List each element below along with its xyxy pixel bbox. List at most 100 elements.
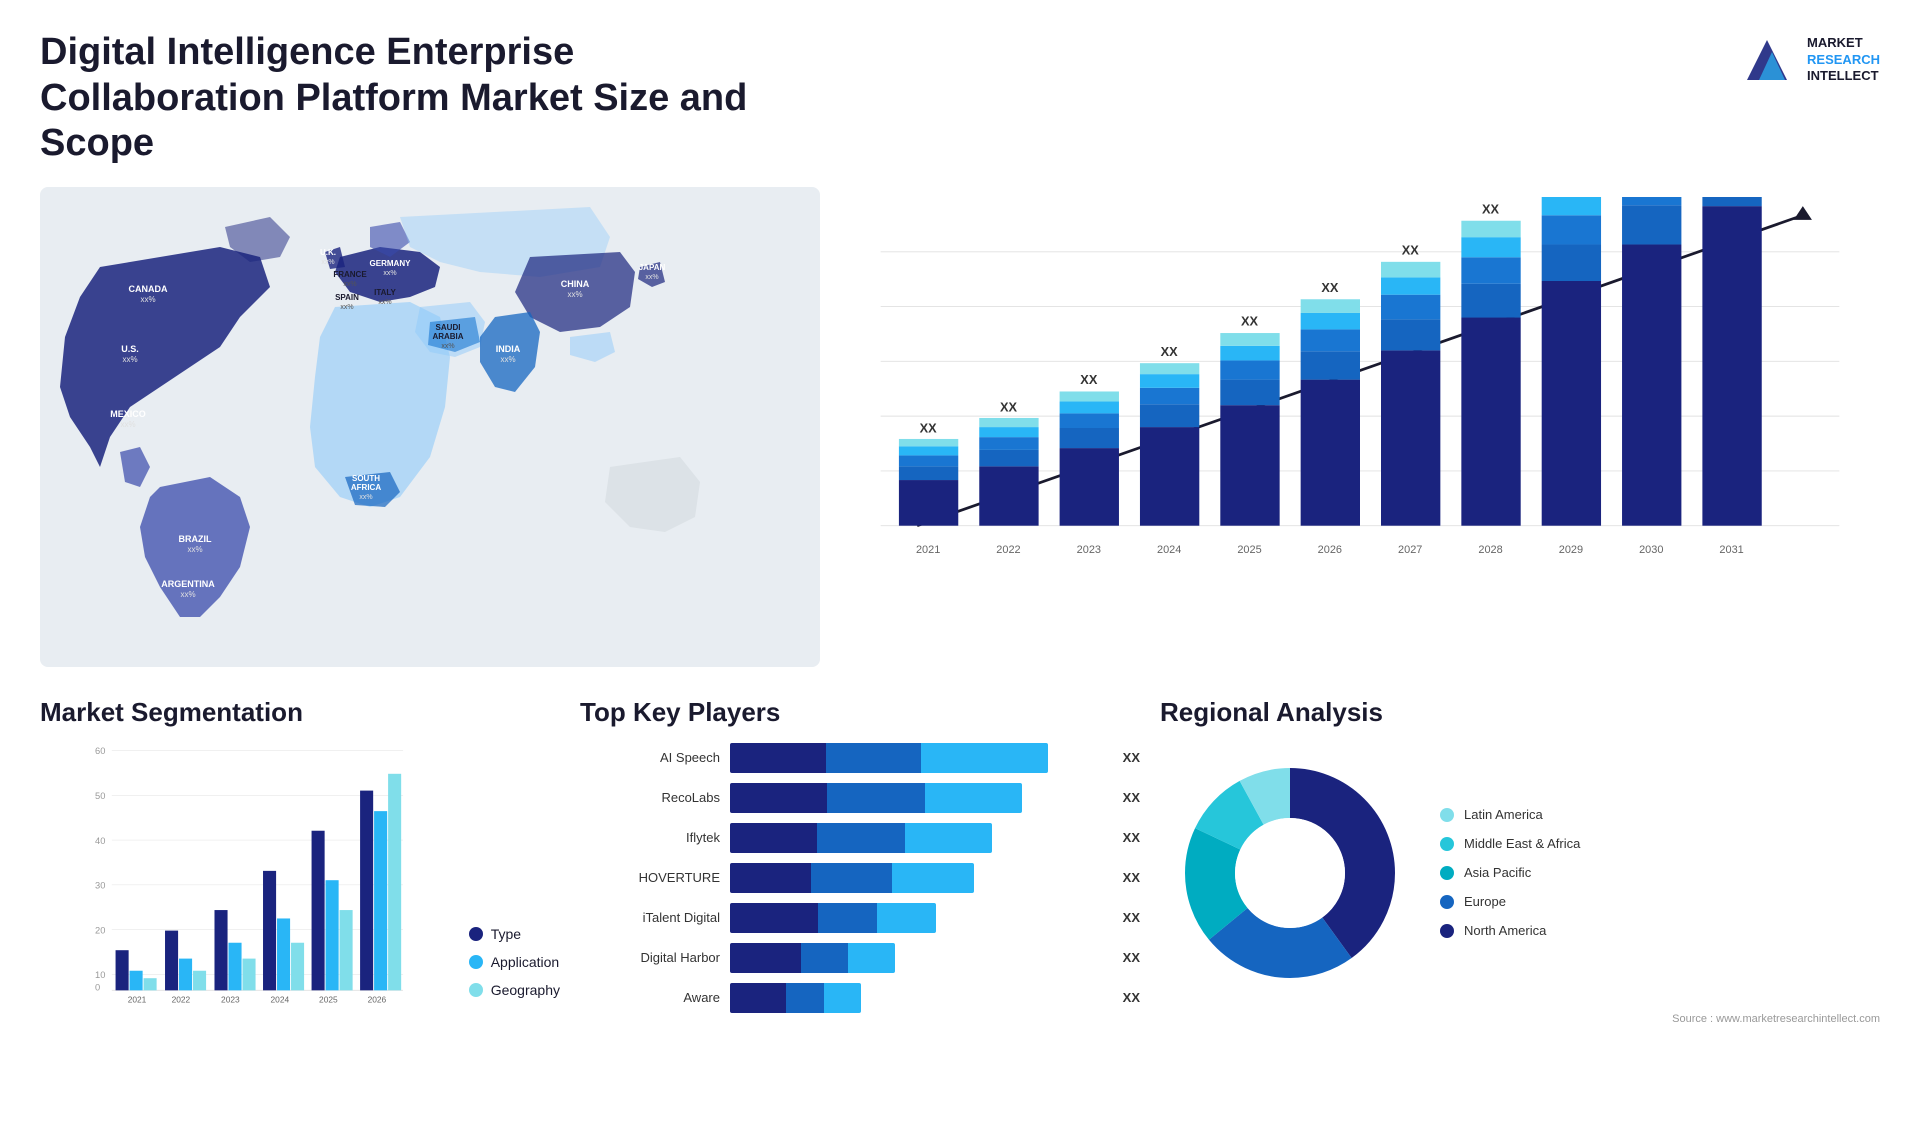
players-list: AI Speech XX RecoLabs [580, 743, 1140, 1013]
svg-text:XX: XX [1161, 344, 1179, 359]
svg-text:CHINA: CHINA [561, 279, 590, 289]
player-row: AI Speech XX [580, 743, 1140, 773]
svg-text:JAPAN: JAPAN [639, 263, 666, 272]
regional-legend-item: Latin America [1440, 807, 1580, 822]
page-container: Digital Intelligence Enterprise Collabor… [0, 0, 1920, 1146]
donut-chart [1160, 743, 1420, 1003]
regional-label-na: North America [1464, 923, 1546, 938]
svg-text:BRAZIL: BRAZIL [179, 534, 212, 544]
svg-text:XX: XX [1402, 242, 1420, 257]
svg-text:XX: XX [1482, 201, 1500, 216]
legend-type: Type [469, 926, 560, 942]
legend-dot-na [1440, 924, 1454, 938]
page-title: Digital Intelligence Enterprise Collabor… [40, 30, 790, 167]
player-name: Aware [580, 990, 720, 1005]
svg-text:xx%: xx% [120, 420, 135, 429]
legend-type-label: Type [491, 926, 521, 942]
svg-text:U.K.: U.K. [320, 248, 336, 257]
player-bar [730, 863, 974, 893]
legend-application-label: Application [491, 954, 560, 970]
logo-text: MARKET RESEARCH INTELLECT [1807, 35, 1880, 86]
svg-text:2030: 2030 [1639, 544, 1663, 556]
legend-geography: Geography [469, 982, 560, 998]
regional-label-apac: Asia Pacific [1464, 865, 1531, 880]
svg-text:2029: 2029 [1559, 544, 1583, 556]
map-svg: CANADA xx% U.S. xx% MEXICO xx% BRAZIL xx… [40, 187, 820, 667]
players-title: Top Key Players [580, 697, 1140, 728]
seg-chart-svg: 60 50 40 30 20 10 0 [40, 743, 449, 1023]
top-section: CANADA xx% U.S. xx% MEXICO xx% BRAZIL xx… [40, 187, 1880, 667]
svg-text:xx%: xx% [343, 281, 356, 288]
svg-text:xx%: xx% [383, 270, 396, 277]
regional-legend-item: North America [1440, 923, 1580, 938]
svg-text:ARGENTINA: ARGENTINA [161, 579, 215, 589]
regional-panel: Regional Analysis [1160, 697, 1880, 1097]
svg-text:2021: 2021 [128, 994, 147, 1004]
player-row: iTalent Digital XX [580, 903, 1140, 933]
svg-text:SOUTH: SOUTH [352, 474, 380, 483]
svg-text:2022: 2022 [172, 994, 191, 1004]
regional-label-latin: Latin America [1464, 807, 1543, 822]
svg-text:2023: 2023 [221, 994, 240, 1004]
svg-text:40: 40 [95, 836, 105, 846]
svg-text:AFRICA: AFRICA [351, 483, 381, 492]
svg-text:2026: 2026 [368, 994, 387, 1004]
player-bar-container [730, 903, 1105, 933]
player-bar-container [730, 743, 1105, 773]
svg-text:30: 30 [95, 880, 105, 890]
player-row: Digital Harbor XX [580, 943, 1140, 973]
player-bar-container [730, 863, 1105, 893]
player-name: Iflytek [580, 830, 720, 845]
svg-text:XX: XX [1080, 372, 1098, 387]
svg-text:FRANCE: FRANCE [333, 270, 367, 279]
player-bar [730, 943, 895, 973]
player-value: XX [1123, 790, 1140, 805]
player-row: Aware XX [580, 983, 1140, 1013]
svg-text:2025: 2025 [1237, 544, 1261, 556]
player-bar [730, 783, 1022, 813]
svg-text:2023: 2023 [1077, 544, 1101, 556]
regional-title: Regional Analysis [1160, 697, 1880, 728]
player-bar-container [730, 983, 1105, 1013]
svg-text:ITALY: ITALY [374, 288, 396, 297]
seg-legend: Type Application Geography [469, 926, 560, 1028]
svg-text:60: 60 [95, 746, 105, 756]
world-map: CANADA xx% U.S. xx% MEXICO xx% BRAZIL xx… [40, 187, 820, 667]
segmentation-title: Market Segmentation [40, 697, 560, 728]
legend-dot-europe [1440, 895, 1454, 909]
donut-svg [1160, 743, 1420, 1003]
regional-legend: Latin America Middle East & Africa Asia … [1440, 807, 1580, 938]
legend-dot-apac [1440, 866, 1454, 880]
svg-text:SAUDI: SAUDI [436, 323, 461, 332]
player-bar-container [730, 783, 1105, 813]
svg-text:xx%: xx% [180, 590, 195, 599]
player-name: HOVERTURE [580, 870, 720, 885]
svg-text:U.S.: U.S. [121, 344, 139, 354]
svg-text:20: 20 [95, 925, 105, 935]
svg-text:INDIA: INDIA [496, 344, 521, 354]
svg-text:xx%: xx% [567, 290, 582, 299]
svg-text:xx%: xx% [187, 545, 202, 554]
svg-text:XX: XX [1241, 314, 1259, 329]
svg-text:XX: XX [1000, 399, 1018, 414]
player-row: HOVERTURE XX [580, 863, 1140, 893]
svg-text:xx%: xx% [340, 304, 353, 311]
svg-text:2028: 2028 [1478, 544, 1502, 556]
player-value: XX [1123, 950, 1140, 965]
player-value: XX [1123, 830, 1140, 845]
player-bar [730, 983, 861, 1013]
svg-text:MEXICO: MEXICO [110, 409, 146, 419]
legend-dot-latin [1440, 808, 1454, 822]
player-name: RecoLabs [580, 790, 720, 805]
legend-geography-label: Geography [491, 982, 560, 998]
svg-text:ARABIA: ARABIA [432, 332, 463, 341]
legend-geography-dot [469, 983, 483, 997]
svg-text:XX: XX [1321, 280, 1339, 295]
bar-chart: XX 2021 XX 2022 XX [840, 187, 1880, 667]
legend-dot-mea [1440, 837, 1454, 851]
svg-text:SPAIN: SPAIN [335, 293, 359, 302]
svg-text:2024: 2024 [1157, 544, 1181, 556]
svg-text:10: 10 [95, 970, 105, 980]
svg-text:2025: 2025 [319, 994, 338, 1004]
svg-text:0: 0 [95, 982, 100, 992]
